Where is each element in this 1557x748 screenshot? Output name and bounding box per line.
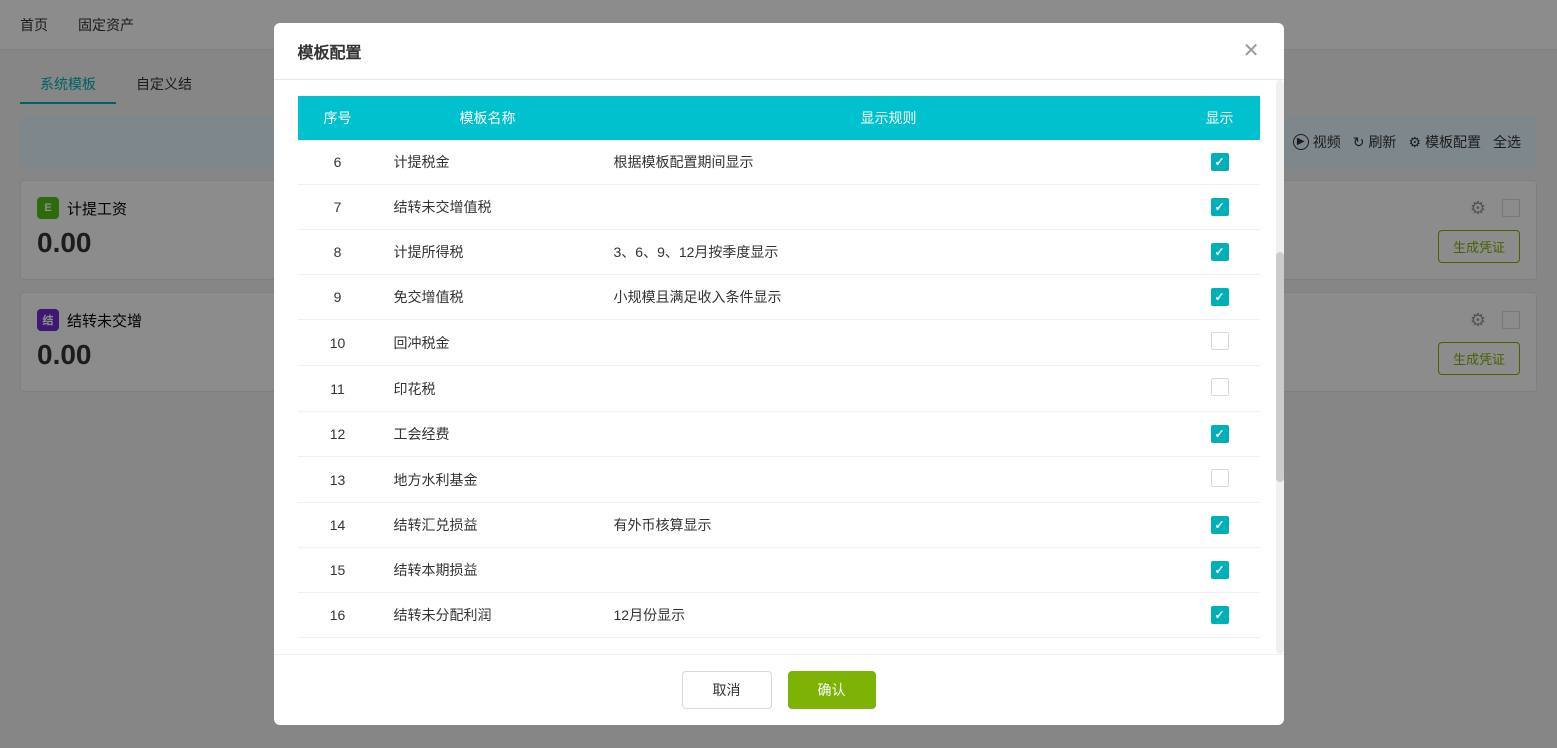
cell-name: 结转汇兑损益 (378, 503, 598, 548)
table-row: 12工会经费 (298, 412, 1260, 457)
col-rule: 显示规则 (598, 96, 1180, 140)
cell-name: 回冲税金 (378, 320, 598, 366)
table-row: 7结转未交增值税 (298, 185, 1260, 230)
row-checkbox[interactable] (1211, 516, 1229, 534)
cell-name: 免交增值税 (378, 275, 598, 320)
cell-name: 计提税金 (378, 140, 598, 185)
cell-name: 结转未交增值税 (378, 185, 598, 230)
scrollbar-thumb[interactable] (1276, 252, 1284, 482)
cell-name: 印花税 (378, 366, 598, 412)
cell-checkbox[interactable] (1180, 275, 1260, 320)
row-checkbox[interactable] (1211, 378, 1229, 396)
table-row: 6计提税金根据模板配置期间显示 (298, 140, 1260, 185)
cell-name: 结转未分配利润 (378, 593, 598, 638)
cell-checkbox[interactable] (1180, 230, 1260, 275)
table-header-row: 序号 模板名称 显示规则 显示 (298, 96, 1260, 140)
col-display: 显示 (1180, 96, 1260, 140)
cell-seq: 9 (298, 275, 378, 320)
col-name: 模板名称 (378, 96, 598, 140)
cell-name: 地方水利基金 (378, 457, 598, 503)
cell-rule: 12月份显示 (598, 593, 1180, 638)
row-checkbox[interactable] (1211, 469, 1229, 487)
table-row: 11印花税 (298, 366, 1260, 412)
cell-checkbox[interactable] (1180, 185, 1260, 230)
cell-name: 工会经费 (378, 412, 598, 457)
row-checkbox[interactable] (1211, 425, 1229, 443)
cell-rule: 有外币核算显示 (598, 503, 1180, 548)
cell-seq: 8 (298, 230, 378, 275)
cell-checkbox[interactable] (1180, 140, 1260, 185)
table-row: 10回冲税金 (298, 320, 1260, 366)
row-checkbox[interactable] (1211, 606, 1229, 624)
cell-rule: 3、6、9、12月按季度显示 (598, 230, 1180, 275)
table-row: 16结转未分配利润12月份显示 (298, 593, 1260, 638)
row-checkbox[interactable] (1211, 198, 1229, 216)
row-checkbox[interactable] (1211, 561, 1229, 579)
config-table: 序号 模板名称 显示规则 显示 6计提税金根据模板配置期间显示7结转未交增值税8… (298, 96, 1260, 638)
cell-seq: 13 (298, 457, 378, 503)
modal-footer: 取消 确认 (274, 654, 1284, 725)
cell-rule (598, 185, 1180, 230)
cell-checkbox[interactable] (1180, 320, 1260, 366)
scrollbar-track (1276, 80, 1284, 654)
cell-checkbox[interactable] (1180, 548, 1260, 593)
cell-seq: 16 (298, 593, 378, 638)
cell-seq: 6 (298, 140, 378, 185)
modal-title: 模板配置 (298, 39, 362, 63)
modal-close-icon[interactable]: ✕ (1243, 41, 1260, 61)
cell-seq: 12 (298, 412, 378, 457)
cell-rule (598, 320, 1180, 366)
row-checkbox[interactable] (1211, 288, 1229, 306)
cell-rule: 根据模板配置期间显示 (598, 140, 1180, 185)
cell-checkbox[interactable] (1180, 503, 1260, 548)
cell-rule (598, 457, 1180, 503)
table-row: 15结转本期损益 (298, 548, 1260, 593)
row-checkbox[interactable] (1211, 332, 1229, 350)
cancel-button[interactable]: 取消 (682, 671, 772, 709)
cell-rule: 小规模且满足收入条件显示 (598, 275, 1180, 320)
cell-seq: 14 (298, 503, 378, 548)
modal-header: 模板配置 ✕ (274, 23, 1284, 80)
modal-template-config: 模板配置 ✕ 序号 模板名称 显示规则 显示 6计提税金根据模板配置期间显示7结… (274, 23, 1284, 725)
row-checkbox[interactable] (1211, 153, 1229, 171)
cell-seq: 11 (298, 366, 378, 412)
cell-checkbox[interactable] (1180, 412, 1260, 457)
row-checkbox[interactable] (1211, 243, 1229, 261)
modal-overlay: 模板配置 ✕ 序号 模板名称 显示规则 显示 6计提税金根据模板配置期间显示7结… (0, 0, 1557, 748)
confirm-button[interactable]: 确认 (788, 671, 876, 709)
cell-rule (598, 412, 1180, 457)
cell-rule (598, 548, 1180, 593)
cell-name: 计提所得税 (378, 230, 598, 275)
table-row: 9免交增值税小规模且满足收入条件显示 (298, 275, 1260, 320)
cell-checkbox[interactable] (1180, 457, 1260, 503)
col-seq: 序号 (298, 96, 378, 140)
cell-name: 结转本期损益 (378, 548, 598, 593)
cell-seq: 15 (298, 548, 378, 593)
table-row: 14结转汇兑损益有外币核算显示 (298, 503, 1260, 548)
modal-body: 序号 模板名称 显示规则 显示 6计提税金根据模板配置期间显示7结转未交增值税8… (274, 80, 1284, 654)
table-row: 8计提所得税3、6、9、12月按季度显示 (298, 230, 1260, 275)
table-row: 13地方水利基金 (298, 457, 1260, 503)
cell-checkbox[interactable] (1180, 593, 1260, 638)
cell-checkbox[interactable] (1180, 366, 1260, 412)
cell-rule (598, 366, 1180, 412)
cell-seq: 10 (298, 320, 378, 366)
cell-seq: 7 (298, 185, 378, 230)
